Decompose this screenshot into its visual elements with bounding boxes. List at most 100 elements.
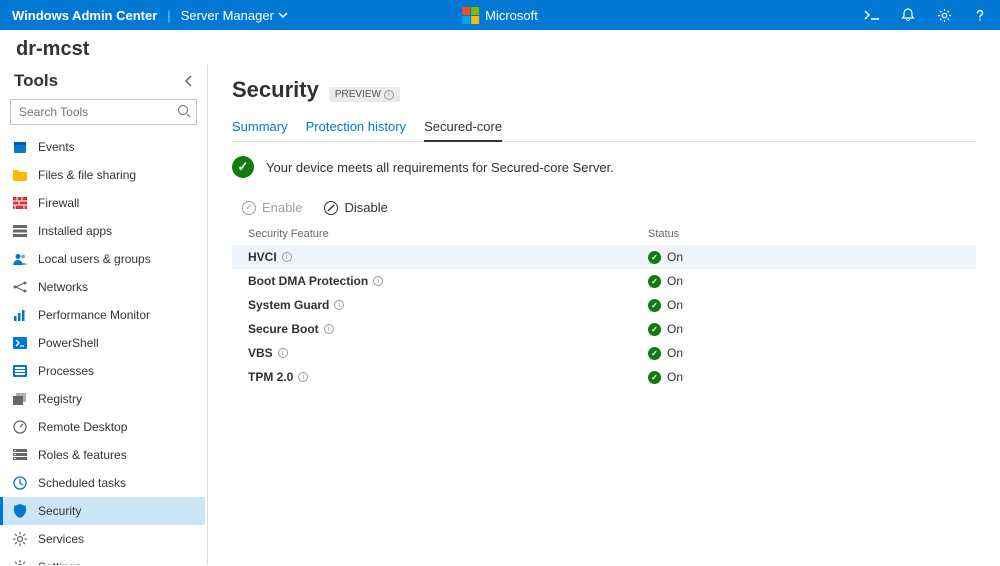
sidebar-item-settings[interactable]: Settings [0, 553, 205, 565]
cloud-shell-icon[interactable] [864, 7, 880, 23]
table-row[interactable]: Secure Boot i✓On [232, 317, 976, 341]
sidebar-item-registry[interactable]: Registry [0, 385, 205, 413]
sidebar-item-files-file-sharing[interactable]: Files & file sharing [0, 161, 205, 189]
sidebar-item-installed-apps[interactable]: Installed apps [0, 217, 205, 245]
microsoft-logo-icon [462, 7, 479, 24]
status-on-icon: ✓ [648, 347, 661, 360]
status-on-icon: ✓ [648, 275, 661, 288]
powershell-icon [12, 335, 28, 351]
sidebar-item-label: Installed apps [38, 224, 112, 238]
table-row[interactable]: VBS i✓On [232, 341, 976, 365]
main-content: Security PREVIEW i Summary Protection his… [208, 65, 1000, 565]
sidebar-item-local-users-groups[interactable]: Local users & groups [0, 245, 205, 273]
status-cell: ✓On [648, 298, 960, 312]
registry-icon [12, 391, 28, 407]
enable-icon: ✓ [242, 201, 256, 215]
status-cell: ✓On [648, 274, 960, 288]
info-icon[interactable]: i [282, 252, 292, 262]
features-table: Security Feature Status HVCI i✓OnBoot DM… [232, 223, 976, 389]
status-on-icon: ✓ [648, 323, 661, 336]
sidebar-item-label: Events [38, 140, 75, 154]
sidebar-item-label: Services [38, 532, 84, 546]
page-title: Security [232, 77, 319, 103]
table-row[interactable]: HVCI i✓On [232, 245, 976, 269]
top-bar: Windows Admin Center | Server Manager Mi… [0, 0, 1000, 30]
settings-icon [12, 559, 28, 565]
sidebar-item-label: Files & file sharing [38, 168, 136, 182]
sidebar-item-processes[interactable]: Processes [0, 357, 205, 385]
sidebar-item-label: Firewall [38, 196, 79, 210]
disable-icon [324, 201, 338, 215]
sidebar-item-label: Processes [38, 364, 94, 378]
status-cell: ✓On [648, 250, 960, 264]
help-icon[interactable] [972, 7, 988, 23]
sidebar-item-label: Remote Desktop [38, 420, 127, 434]
preview-badge: PREVIEW i [329, 87, 400, 102]
sidebar-item-events[interactable]: Events [0, 133, 205, 161]
feature-name: Boot DMA Protection i [248, 274, 648, 288]
sidebar-item-roles-features[interactable]: Roles & features [0, 441, 205, 469]
info-icon[interactable]: i [298, 372, 308, 382]
tab-protection-history[interactable]: Protection history [306, 113, 406, 141]
status-on-icon: ✓ [648, 299, 661, 312]
gear-icon [12, 531, 28, 547]
tab-summary[interactable]: Summary [232, 113, 288, 141]
status-on-icon: ✓ [648, 251, 661, 264]
notifications-icon[interactable] [900, 7, 916, 23]
table-row[interactable]: TPM 2.0 i✓On [232, 365, 976, 389]
feature-name: HVCI i [248, 250, 648, 264]
feature-name: System Guard i [248, 298, 648, 312]
sidebar-item-services[interactable]: Services [0, 525, 205, 553]
sidebar-item-security[interactable]: Security [0, 497, 205, 525]
server-name: dr-mcst [0, 30, 1000, 65]
sidebar-item-scheduled-tasks[interactable]: Scheduled tasks [0, 469, 205, 497]
feature-name: TPM 2.0 i [248, 370, 648, 384]
folder-icon [12, 167, 28, 183]
search-tools-input[interactable] [10, 99, 197, 125]
collapse-sidebar-icon[interactable] [185, 75, 193, 87]
users-icon [12, 251, 28, 267]
status-on-icon: ✓ [648, 371, 661, 384]
context-label: Server Manager [181, 8, 274, 23]
col-feature: Security Feature [248, 228, 648, 240]
info-icon[interactable]: i [384, 90, 394, 100]
sidebar-item-networks[interactable]: Networks [0, 273, 205, 301]
tabs: Summary Protection history Secured-core [232, 113, 976, 142]
banner-text: Your device meets all requirements for S… [266, 160, 614, 175]
sidebar-item-label: Local users & groups [38, 252, 151, 266]
status-cell: ✓On [648, 346, 960, 360]
info-icon[interactable]: i [334, 300, 344, 310]
info-icon[interactable]: i [324, 324, 334, 334]
status-banner: ✓ Your device meets all requirements for… [232, 156, 976, 178]
settings-icon[interactable] [936, 7, 952, 23]
sidebar-item-label: Settings [38, 560, 81, 565]
sidebar-item-performance-monitor[interactable]: Performance Monitor [0, 301, 205, 329]
tools-list[interactable]: Events Files & file sharing Firewall Instal… [0, 133, 207, 565]
disable-action[interactable]: Disable [324, 200, 387, 215]
table-row[interactable]: Boot DMA Protection i✓On [232, 269, 976, 293]
processes-icon [12, 363, 28, 379]
sidebar-item-firewall[interactable]: Firewall [0, 189, 205, 217]
tab-secured-core[interactable]: Secured-core [424, 113, 502, 142]
remote-icon [12, 419, 28, 435]
shield-icon [12, 503, 28, 519]
table-row[interactable]: System Guard i✓On [232, 293, 976, 317]
sidebar-item-label: Scheduled tasks [38, 476, 126, 490]
tasks-icon [12, 475, 28, 491]
info-icon[interactable]: i [278, 348, 288, 358]
sidebar: Tools EventsFiles & file sharingFirewall… [0, 65, 208, 565]
sidebar-item-label: Performance Monitor [38, 308, 150, 322]
calendar-icon [12, 139, 28, 155]
sidebar-item-label: Security [38, 504, 81, 518]
sidebar-item-label: Registry [38, 392, 82, 406]
feature-name: Secure Boot i [248, 322, 648, 336]
chevron-down-icon [278, 10, 288, 20]
apps-icon [12, 223, 28, 239]
roles-icon [12, 447, 28, 463]
context-dropdown[interactable]: Server Manager [181, 8, 288, 23]
sidebar-item-powershell[interactable]: PowerShell [0, 329, 205, 357]
sidebar-item-remote-desktop[interactable]: Remote Desktop [0, 413, 205, 441]
app-title[interactable]: Windows Admin Center [12, 8, 157, 23]
info-icon[interactable]: i [373, 276, 383, 286]
firewall-icon [12, 195, 28, 211]
